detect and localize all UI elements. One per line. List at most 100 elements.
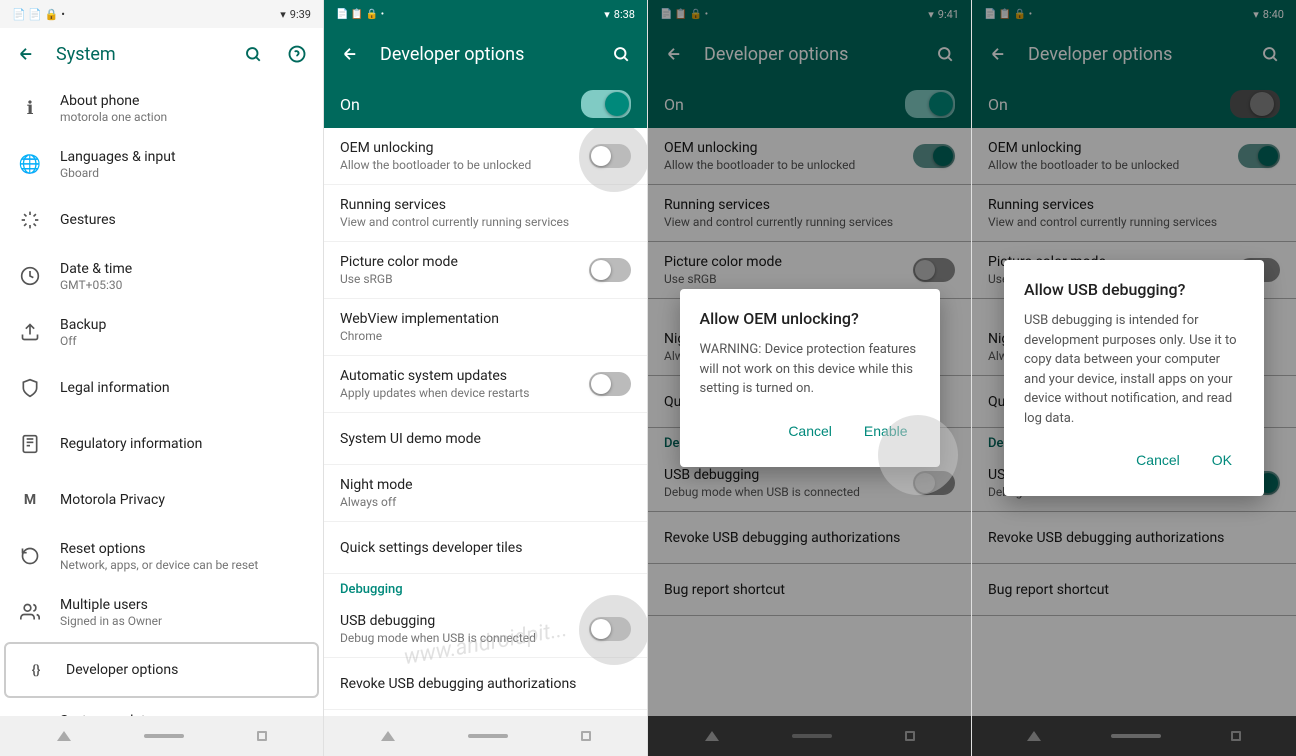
backup-icon (16, 318, 44, 346)
about-icon: ℹ (16, 94, 44, 122)
nav-item-developer[interactable]: {} Developer options (4, 642, 319, 698)
usb-subtitle: Debug mode when USB is connected (340, 631, 589, 645)
bottom-nav-2 (324, 716, 647, 756)
users-title: Multiple users (60, 597, 162, 613)
usb-dialog: Allow USB debugging? USB debugging is in… (1004, 260, 1264, 496)
time-1: 9:39 (290, 8, 311, 21)
developer-toggle-row[interactable]: On (340, 90, 631, 118)
dev-item-usb[interactable]: USB debugging Debug mode when USB is con… (324, 601, 647, 658)
panel-usb-dialog: 📄 📋 🔒 • ▾ 8:40 Developer options On OEM … (972, 0, 1296, 756)
recents-nav-2[interactable] (581, 731, 591, 741)
panel-oem-dialog: 📄 📋 🔒 • ▾ 9:41 Developer options On OEM … (648, 0, 972, 756)
usb-cancel-button[interactable]: Cancel (1124, 444, 1192, 476)
bottom-nav-1 (0, 716, 323, 756)
users-subtitle: Signed in as Owner (60, 614, 162, 628)
system-nav-list: ℹ About phone motorola one action 🌐 Lang… (0, 80, 323, 716)
usb-toggle-wrap (589, 617, 631, 641)
running-title: Running services (340, 197, 631, 213)
oem-cancel-button[interactable]: Cancel (776, 415, 844, 447)
back-button-dev[interactable] (332, 36, 368, 72)
dev-item-uidemo[interactable]: System UI demo mode (324, 413, 647, 465)
datetime-subtitle: GMT+05:30 (60, 278, 132, 292)
status-bar-1: 📄 📄 🔒 • ▾ 9:39 (0, 0, 323, 28)
legal-title: Legal information (60, 380, 170, 396)
running-subtitle: View and control currently running servi… (340, 215, 631, 229)
developer-title: Developer options (66, 662, 178, 678)
wifi-icon-2: ▾ (604, 8, 610, 21)
qstiles-title: Quick settings developer tiles (340, 540, 631, 556)
developer-options-title: Developer options (376, 44, 595, 65)
nav-item-users[interactable]: Multiple users Signed in as Owner (0, 584, 323, 640)
dev-item-colormode[interactable]: Picture color mode Use sRGB (324, 242, 647, 299)
debugging-section-label: Debugging (324, 574, 647, 601)
about-title: About phone (60, 93, 167, 109)
home-nav-2[interactable] (468, 734, 508, 738)
oem-toggle[interactable] (589, 144, 631, 168)
regulatory-icon (16, 430, 44, 458)
developer-master-toggle[interactable] (581, 90, 631, 118)
back-nav-1[interactable] (57, 731, 71, 741)
nav-item-gestures[interactable]: Gestures (0, 192, 323, 248)
nightmode-subtitle: Always off (340, 495, 631, 509)
gestures-title: Gestures (60, 212, 116, 228)
nav-item-datetime[interactable]: Date & time GMT+05:30 (0, 248, 323, 304)
nav-item-languages[interactable]: 🌐 Languages & input Gboard (0, 136, 323, 192)
home-nav-1[interactable] (144, 734, 184, 738)
users-icon (16, 598, 44, 626)
oem-dialog-title: Allow OEM unlocking? (700, 309, 920, 328)
languages-subtitle: Gboard (60, 166, 176, 180)
developer-on-label: On (340, 95, 360, 114)
nav-item-reset[interactable]: Reset options Network, apps, or device c… (0, 528, 323, 584)
dev-item-webview[interactable]: WebView implementation Chrome (324, 299, 647, 356)
panel-system: 📄 📄 🔒 • ▾ 9:39 System ℹ About phone moto… (0, 0, 324, 756)
webview-title: WebView implementation (340, 311, 631, 327)
revoke-title: Revoke USB debugging authorizations (340, 676, 631, 692)
dev-item-bugreport[interactable]: Bug report shortcut (324, 710, 647, 716)
nav-item-backup[interactable]: Backup Off (0, 304, 323, 360)
usb-ok-button[interactable]: OK (1200, 444, 1244, 476)
developer-icon: {} (22, 656, 50, 684)
nav-item-regulatory[interactable]: Regulatory information (0, 416, 323, 472)
dev-item-nightmode[interactable]: Night mode Always off (324, 465, 647, 522)
datetime-icon (16, 262, 44, 290)
dev-item-autoupdate[interactable]: Automatic system updates Apply updates w… (324, 356, 647, 413)
nav-item-privacy[interactable]: M Motorola Privacy (0, 472, 323, 528)
legal-icon (16, 374, 44, 402)
reset-title: Reset options (60, 541, 258, 557)
usb-title: USB debugging (340, 613, 589, 629)
help-button-system[interactable] (279, 36, 315, 72)
nav-item-updates[interactable]: System updates Updated to Android 9 (0, 700, 323, 716)
uidemo-title: System UI demo mode (340, 431, 631, 447)
search-button-dev[interactable] (603, 36, 639, 72)
languages-icon: 🌐 (16, 150, 44, 178)
system-title: System (52, 44, 227, 65)
back-button-system[interactable] (8, 36, 44, 72)
dev-item-revoke[interactable]: Revoke USB debugging authorizations (324, 658, 647, 710)
panel-developer: 📄 📋 🔒 • ▾ 8:38 Developer options On OEM … (324, 0, 648, 756)
notification-icons: 📄 📄 🔒 • (12, 8, 65, 21)
oem-dialog-overlay: Allow OEM unlocking? WARNING: Device pro… (648, 0, 971, 756)
nav-item-about[interactable]: ℹ About phone motorola one action (0, 80, 323, 136)
oem-subtitle: Allow the bootloader to be unlocked (340, 158, 589, 172)
autoupdate-toggle[interactable] (589, 372, 631, 396)
autoupdate-subtitle: Apply updates when device restarts (340, 386, 589, 400)
datetime-title: Date & time (60, 261, 132, 277)
colormode-toggle[interactable] (589, 258, 631, 282)
recents-nav-1[interactable] (257, 731, 267, 741)
usb-dialog-actions: Cancel OK (1024, 444, 1244, 476)
nav-item-legal[interactable]: Legal information (0, 360, 323, 416)
oem-dialog: Allow OEM unlocking? WARNING: Device pro… (680, 289, 940, 467)
privacy-icon: M (16, 486, 44, 514)
usb-toggle[interactable] (589, 617, 631, 641)
time-2: 8:38 (614, 8, 635, 21)
usb-dialog-body: USB debugging is intended for developmen… (1024, 311, 1244, 428)
usb-dialog-overlay: Allow USB debugging? USB debugging is in… (972, 0, 1296, 756)
search-button-system[interactable] (235, 36, 271, 72)
dev-item-oem[interactable]: OEM unlocking Allow the bootloader to be… (324, 128, 647, 185)
back-nav-2[interactable] (381, 731, 395, 741)
privacy-title: Motorola Privacy (60, 492, 165, 508)
dev-item-qstiles[interactable]: Quick settings developer tiles (324, 522, 647, 574)
reset-icon (16, 542, 44, 570)
dev-item-running[interactable]: Running services View and control curren… (324, 185, 647, 242)
wifi-icon: ▾ (280, 8, 286, 21)
